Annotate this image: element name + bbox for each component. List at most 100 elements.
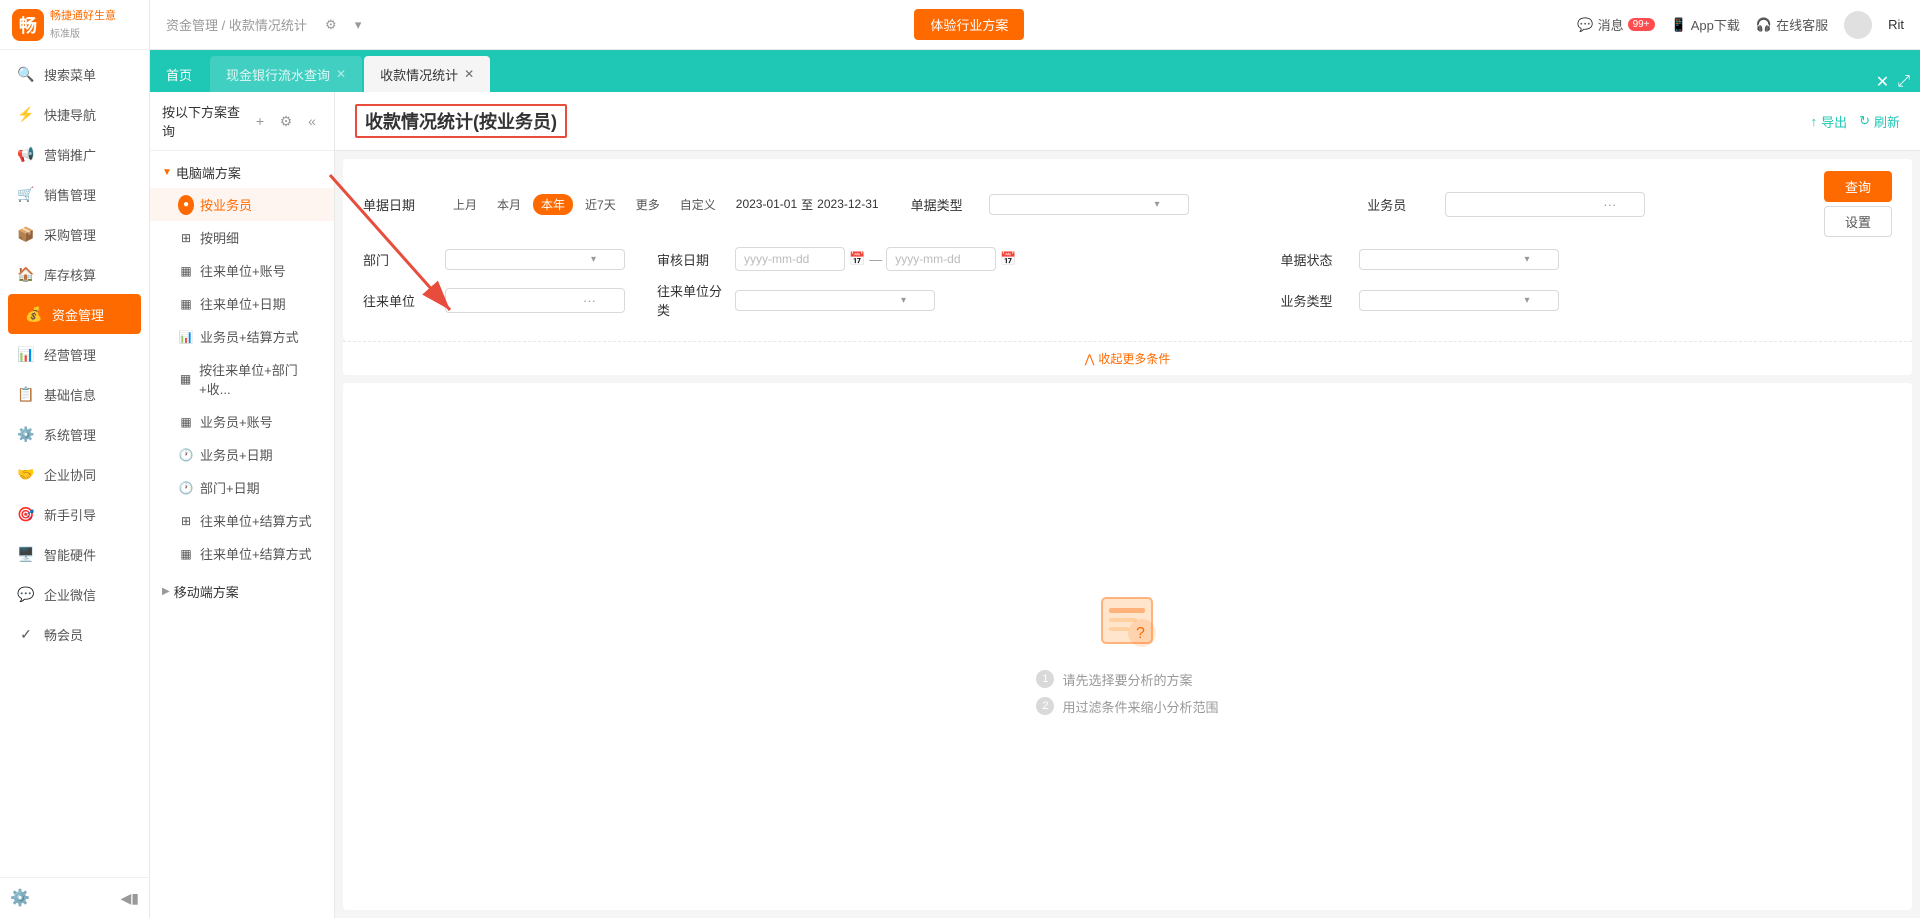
sidebar-item-member[interactable]: ✓ 畅会员 (0, 614, 149, 654)
tree-item-label: 往来单位+结算方式 (200, 544, 312, 563)
tab-bank-flow[interactable]: 现金银行流水查询 ✕ (210, 56, 362, 92)
sidebar-item-capital[interactable]: 💰 资金管理 (8, 294, 141, 334)
tree-item-dept-date[interactable]: 🕐 部门+日期 (150, 471, 334, 504)
review-date-to-input[interactable]: yyyy-mm-dd (886, 247, 996, 271)
header-right: 💬 消息 99+ 📱 App下载 🎧 在线客服 Rit (1577, 11, 1904, 39)
date-shortcut-7days[interactable]: 近7天 (577, 194, 624, 215)
doc-status-select[interactable]: ▾ (1359, 249, 1559, 270)
review-date-from-input[interactable]: yyyy-mm-dd (735, 247, 845, 271)
salesperson-account-icon: ▦ (178, 414, 194, 430)
scheme-settings-icon[interactable]: ⚙ (276, 111, 296, 131)
tree-item-partner-account[interactable]: ▦ 往来单位+账号 (150, 254, 334, 287)
tree-item-salesperson-account[interactable]: ▦ 业务员+账号 (150, 405, 334, 438)
partner-settle2-icon: ▦ (178, 546, 194, 562)
sidebar-item-label: 基础信息 (44, 385, 96, 404)
tree-item-partner-dept-collect[interactable]: ▦ 按往来单位+部门+收... (150, 353, 334, 405)
tab-bank-flow-close-icon[interactable]: ✕ (336, 67, 346, 81)
tree-item-salesperson-settle[interactable]: 📊 业务员+结算方式 (150, 320, 334, 353)
tab-collection-stats[interactable]: 收款情况统计 ✕ (364, 56, 490, 92)
doc-type-select[interactable]: ▾ (989, 194, 1189, 215)
message-action[interactable]: 💬 消息 99+ (1577, 15, 1654, 34)
export-button[interactable]: ↑ 导出 (1811, 112, 1848, 131)
sidebar-item-quick-nav[interactable]: ⚡ 快捷导航 (0, 94, 149, 134)
sidebar-item-system[interactable]: ⚙️ 系统管理 (0, 414, 149, 454)
tab-expand-icon[interactable]: ⤢ (1897, 73, 1910, 91)
marketing-icon: 📢 (16, 144, 36, 164)
sidebar-item-search-menu[interactable]: 🔍 搜索菜单 (0, 54, 149, 94)
sidebar-item-operation[interactable]: 📊 经营管理 (0, 334, 149, 374)
member-icon: ✓ (16, 624, 36, 644)
partner-category-select[interactable]: ▾ (735, 290, 935, 311)
tab-close-all-icon[interactable]: ✕ (1876, 72, 1889, 92)
tab-home[interactable]: 首页 (150, 56, 208, 92)
tree-item-partner-settle2[interactable]: ▦ 往来单位+结算方式 (150, 537, 334, 570)
sidebar-item-basic-info[interactable]: 📋 基础信息 (0, 374, 149, 414)
review-date-label: 审核日期 (657, 250, 727, 269)
cal-to-icon[interactable]: 📅 (1000, 251, 1016, 267)
sidebar-settings-icon[interactable]: ⚙️ (10, 888, 30, 908)
date-shortcut-last-month[interactable]: 上月 (445, 194, 485, 215)
search-menu-icon: 🔍 (16, 64, 36, 84)
sidebar-item-smart-hw[interactable]: 🖥️ 智能硬件 (0, 534, 149, 574)
add-scheme-button[interactable]: + (250, 111, 270, 131)
mobile-expand-icon: ▶ (162, 586, 170, 597)
query-button[interactable]: 查询 (1824, 171, 1892, 202)
partner-settle1-icon: ⊞ (178, 513, 194, 529)
trial-button[interactable]: 体验行业方案 (914, 9, 1024, 40)
date-shortcut-this-month[interactable]: 本月 (489, 194, 529, 215)
sidebar-item-label: 经营管理 (44, 345, 96, 364)
tree-item-partner-date[interactable]: ▦ 往来单位+日期 (150, 287, 334, 320)
tree-item-label: 往来单位+账号 (200, 261, 286, 280)
tree-item-salesperson-date[interactable]: 🕐 业务员+日期 (150, 438, 334, 471)
user-avatar[interactable] (1844, 11, 1872, 39)
app-download-action[interactable]: 📱 App下载 (1671, 15, 1740, 34)
desktop-section-label: 电脑端方案 (176, 163, 241, 182)
partner-category-label: 往来单位分类 (657, 281, 727, 319)
sidebar-item-purchase[interactable]: 📦 采购管理 (0, 214, 149, 254)
mobile-section[interactable]: ▶ 移动端方案 (150, 576, 334, 607)
partner-select[interactable]: ··· (445, 288, 625, 313)
refresh-label: 刷新 (1874, 112, 1900, 131)
salesperson-select[interactable]: ··· (1445, 192, 1645, 217)
salesperson-more-icon[interactable]: ··· (1603, 197, 1616, 212)
sidebar-item-marketing[interactable]: 📢 营销推广 (0, 134, 149, 174)
sidebar-item-enterprise[interactable]: 🤝 企业协同 (0, 454, 149, 494)
sidebar-item-guide[interactable]: 🎯 新手引导 (0, 494, 149, 534)
date-shortcut-this-year[interactable]: 本年 (533, 194, 573, 215)
refresh-button[interactable]: ↻ 刷新 (1859, 112, 1900, 131)
tree-item-by-detail[interactable]: ⊞ 按明细 (150, 221, 334, 254)
sidebar-item-inventory[interactable]: 🏠 库存核算 (0, 254, 149, 294)
date-shortcuts: 上月 本月 本年 近7天 更多 自定义 (445, 194, 724, 215)
sidebar-collapse-icon[interactable]: ◀▮ (121, 890, 139, 907)
empty-state: ? 1 请先选择要分析的方案 2 用过滤条件来缩小分析范围 (1036, 578, 1218, 716)
cal-from-icon[interactable]: 📅 (849, 251, 865, 267)
sidebar-item-sales[interactable]: 🛒 销售管理 (0, 174, 149, 214)
partner-label: 往来单位 (363, 291, 433, 310)
enterprise-icon: 🤝 (16, 464, 36, 484)
tree-item-by-salesperson[interactable]: ● 按业务员 (150, 188, 334, 221)
biz-type-select[interactable]: ▾ (1359, 290, 1559, 311)
set-button[interactable]: 设置 (1824, 206, 1892, 237)
header-dropdown-icon[interactable]: ▾ (355, 17, 362, 33)
dept-select[interactable]: ▾ (445, 249, 625, 270)
left-panel-title: 按以下方案查询 (162, 102, 250, 140)
collapse-bar[interactable]: ⋀ 收起更多条件 (343, 341, 1912, 375)
doc-type-arrow-icon: ▾ (1155, 199, 1160, 210)
online-service-icon: 🎧 (1756, 17, 1772, 33)
tree-item-label: 业务员+账号 (200, 412, 273, 431)
online-service-action[interactable]: 🎧 在线客服 (1756, 15, 1828, 34)
partner-more-icon[interactable]: ··· (583, 293, 596, 308)
date-to: 2023-12-31 (817, 197, 878, 211)
date-shortcut-custom[interactable]: 自定义 (672, 194, 724, 215)
tab-collection-stats-close-icon[interactable]: ✕ (464, 67, 474, 81)
tree-item-label: 按往来单位+部门+收... (199, 360, 322, 398)
filter-row-2: 部门 ▾ 审核日期 yyyy-mm-dd 📅 — (363, 247, 1892, 271)
panel-collapse-icon[interactable]: « (302, 111, 322, 131)
desktop-section-header[interactable]: ▼ 电脑端方案 (150, 157, 334, 188)
header-settings-icon[interactable]: ⚙ (317, 11, 345, 39)
dept-date-icon: 🕐 (178, 480, 194, 496)
date-shortcut-more[interactable]: 更多 (628, 194, 668, 215)
left-panel-header: 按以下方案查询 + ⚙ « (150, 92, 334, 151)
sidebar-item-wechat[interactable]: 💬 企业微信 (0, 574, 149, 614)
tree-item-partner-settle1[interactable]: ⊞ 往来单位+结算方式 (150, 504, 334, 537)
